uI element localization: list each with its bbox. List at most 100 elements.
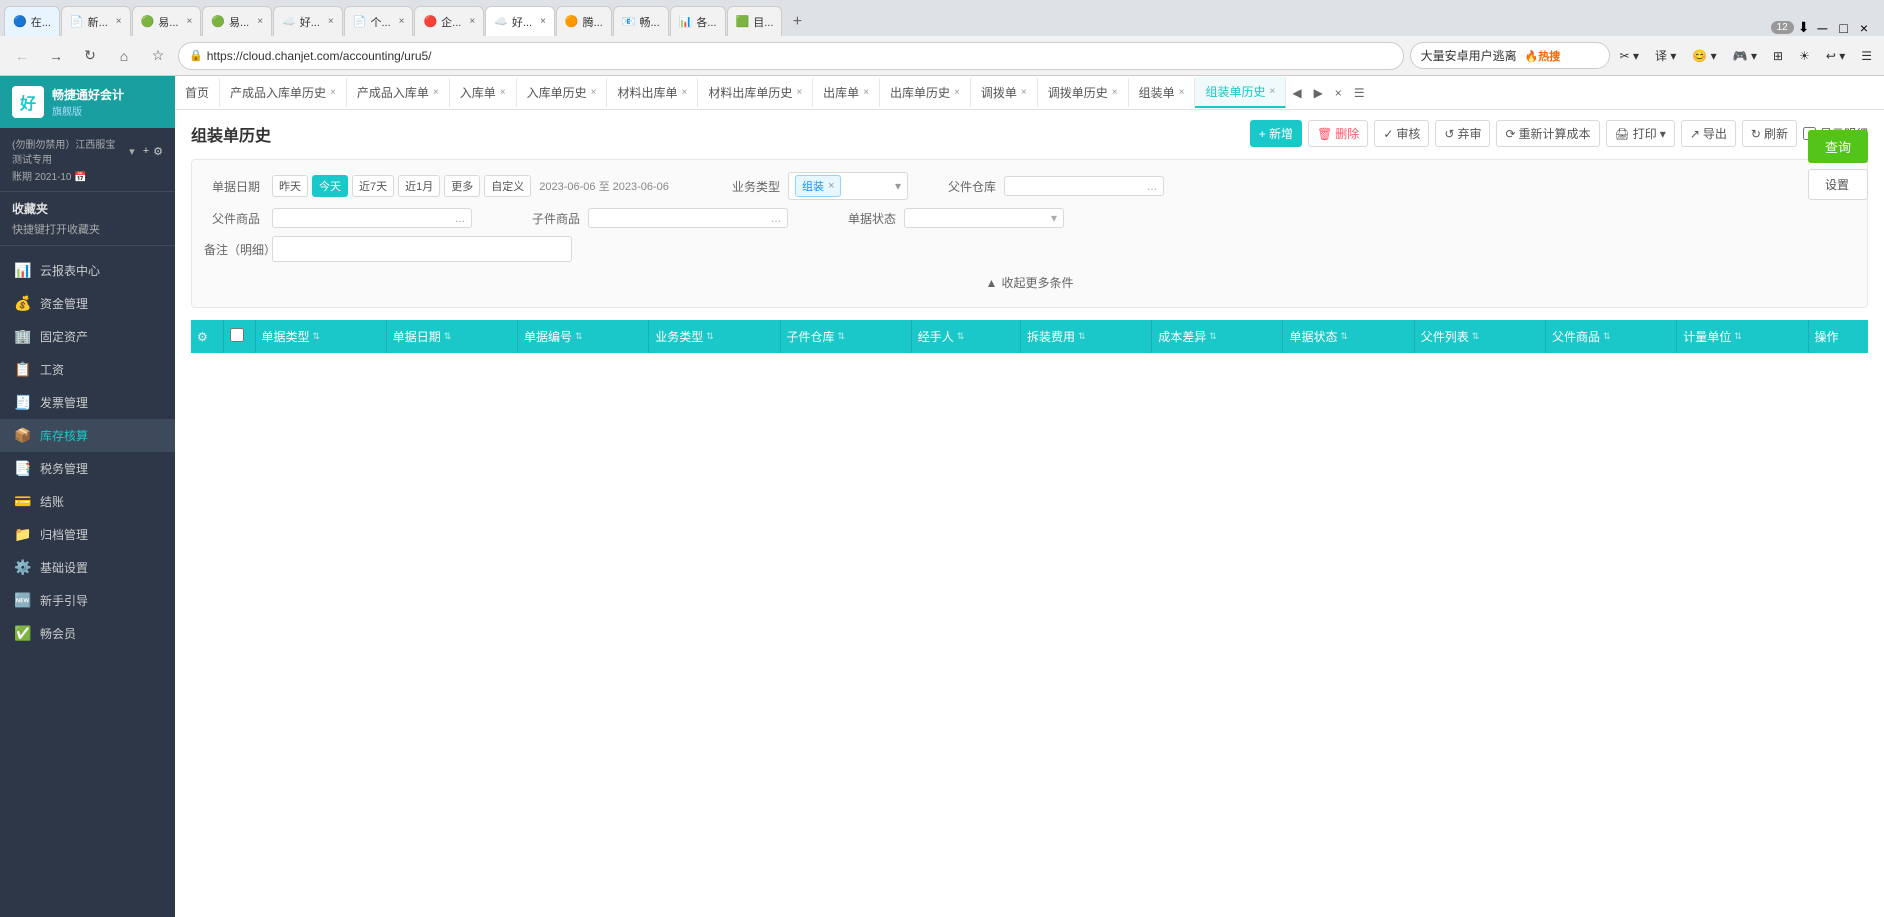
date-btn-7days[interactable]: 近7天 xyxy=(352,175,394,197)
calendar-icon[interactable]: 📅 xyxy=(74,172,86,183)
date-btn-today[interactable]: 今天 xyxy=(312,175,348,197)
tab-scroll-left[interactable]: ◀ xyxy=(1286,80,1307,106)
browser-tab-5[interactable]: ☁️ 好... × xyxy=(273,6,343,36)
page-tab-dial[interactable]: 调拨单 × xyxy=(971,78,1038,107)
recalc-button[interactable]: ⟳ 重新计算成本 xyxy=(1496,120,1599,147)
account-settings-icon[interactable]: ⚙ xyxy=(153,145,163,158)
sidebar-item-inventory[interactable]: 📦 库存核算 xyxy=(0,419,175,452)
sidebar-item-tax[interactable]: 📑 税务管理 xyxy=(0,452,175,485)
page-tab-assemble-hist[interactable]: 组装单历史 × xyxy=(1195,77,1286,108)
sidebar-item-archive[interactable]: 📁 归档管理 xyxy=(0,518,175,551)
page-tab-close-assemble-hist[interactable]: × xyxy=(1269,86,1275,97)
translate-tool[interactable]: 译 ▾ xyxy=(1651,45,1680,66)
parent-goods-dots[interactable]: ... xyxy=(455,211,465,225)
close-button[interactable]: × xyxy=(1856,20,1872,36)
approve-button[interactable]: ✓ 审核 xyxy=(1374,120,1429,147)
th-parent-goods[interactable]: 父件商品 ⇅ xyxy=(1545,320,1676,353)
grid-tool[interactable]: ⊞ xyxy=(1769,47,1787,65)
sidebar-item-asset[interactable]: 🏢 固定资产 xyxy=(0,320,175,353)
page-tab-close-out[interactable]: × xyxy=(863,87,869,98)
browser-tab-10[interactable]: 📧 畅... xyxy=(613,6,669,36)
forward-button[interactable]: → xyxy=(42,42,70,70)
tab-close-all[interactable]: × xyxy=(1329,80,1348,106)
page-tab-prod-in[interactable]: 产成品入库单 × xyxy=(347,78,450,107)
page-tab-in-hist[interactable]: 入库单历史 × xyxy=(517,78,608,107)
url-bar[interactable]: 🔒 https://cloud.chanjet.com/accounting/u… xyxy=(178,42,1404,70)
account-dropdown-icon[interactable]: ▾ xyxy=(129,145,135,158)
new-tab-button[interactable]: + xyxy=(783,8,811,36)
browser-tab-11[interactable]: 📊 各... xyxy=(670,6,726,36)
page-tab-home[interactable]: 首页 xyxy=(175,78,220,107)
page-tab-out-hist[interactable]: 出库单历史 × xyxy=(880,78,971,107)
page-tab-out[interactable]: 出库单 × xyxy=(813,78,880,107)
biz-type-input[interactable]: 组装 × ▾ xyxy=(788,172,908,200)
reload-button[interactable]: ↻ xyxy=(76,42,104,70)
th-bill-date[interactable]: 单据日期 ⇅ xyxy=(386,320,517,353)
tab-close-8[interactable]: × xyxy=(540,16,546,27)
th-handler[interactable]: 经手人 ⇅ xyxy=(911,320,1020,353)
browser-tab-9[interactable]: 🟠 腾... xyxy=(556,6,612,36)
game-tool[interactable]: 🎮 ▾ xyxy=(1729,47,1761,65)
scissors-tool[interactable]: ✂ ▾ xyxy=(1616,47,1643,65)
browser-tab-12[interactable]: 🟩 目... xyxy=(727,6,783,36)
th-bill-type[interactable]: 单据类型 ⇅ xyxy=(255,320,386,353)
th-bill-status[interactable]: 单据状态 ⇅ xyxy=(1283,320,1414,353)
page-tab-close-in-hist[interactable]: × xyxy=(591,87,597,98)
favorites-shortcut[interactable]: 快捷键打开收藏夹 xyxy=(12,221,163,237)
th-parent-list[interactable]: 父件列表 ⇅ xyxy=(1414,320,1545,353)
setting-filter-button[interactable]: 设置 xyxy=(1808,169,1868,200)
print-button[interactable]: 🖨 打印 ▾ xyxy=(1606,120,1675,147)
page-tab-close-prod-in[interactable]: × xyxy=(433,87,439,98)
parent-warehouse-input[interactable]: ... xyxy=(1004,176,1164,196)
browser-tab-2[interactable]: 📄 新... × xyxy=(61,6,131,36)
select-all-checkbox[interactable] xyxy=(230,328,244,342)
browser-tab-8[interactable]: ☁️ 好... × xyxy=(485,6,555,36)
parent-warehouse-dots[interactable]: ... xyxy=(1147,179,1157,193)
browser-tab-7[interactable]: 🔴 企... × xyxy=(414,6,484,36)
minimize-button[interactable]: ─ xyxy=(1813,20,1831,36)
page-tab-close-mat-out[interactable]: × xyxy=(681,87,687,98)
page-tab-close-in[interactable]: × xyxy=(500,87,506,98)
child-goods-input[interactable]: ... xyxy=(588,208,788,228)
emoji-tool[interactable]: 😊 ▾ xyxy=(1688,47,1720,65)
status-input[interactable]: ▾ xyxy=(904,208,1064,228)
undo-tool[interactable]: ↩ ▾ xyxy=(1822,47,1849,65)
tab-close-4[interactable]: × xyxy=(257,16,263,27)
biz-type-tag-close[interactable]: × xyxy=(828,180,834,192)
child-goods-dots[interactable]: ... xyxy=(771,211,781,225)
maximize-button[interactable]: □ xyxy=(1835,20,1851,36)
tab-close-7[interactable]: × xyxy=(469,16,475,27)
page-tab-mat-out[interactable]: 材料出库单 × xyxy=(607,78,698,107)
collapse-bar[interactable]: ▲ 收起更多条件 xyxy=(204,270,1855,295)
th-biz-type[interactable]: 业务类型 ⇅ xyxy=(649,320,780,353)
page-tab-dial-hist[interactable]: 调拨单历史 × xyxy=(1038,78,1129,107)
tab-close-6[interactable]: × xyxy=(399,16,405,27)
sidebar-item-salary[interactable]: 📋 工资 xyxy=(0,353,175,386)
sidebar-item-guide[interactable]: 🆕 新手引导 xyxy=(0,584,175,617)
th-cost-diff[interactable]: 成本差异 ⇅ xyxy=(1152,320,1283,353)
delete-button[interactable]: 🗑 删除 xyxy=(1308,120,1368,147)
date-btn-1month[interactable]: 近1月 xyxy=(398,175,440,197)
browser-tab-3[interactable]: 🟢 易... × xyxy=(132,6,202,36)
back-button[interactable]: ← xyxy=(8,42,36,70)
biz-type-dropdown-icon[interactable]: ▾ xyxy=(895,179,901,193)
home-button[interactable]: ⌂ xyxy=(110,42,138,70)
bookmark-button[interactable]: ☆ xyxy=(144,42,172,70)
tab-close-3[interactable]: × xyxy=(186,16,192,27)
th-child-warehouse[interactable]: 子件仓库 ⇅ xyxy=(780,320,911,353)
remarks-input[interactable] xyxy=(272,236,572,262)
page-tab-close-dial[interactable]: × xyxy=(1021,87,1027,98)
parent-goods-input[interactable]: ... xyxy=(272,208,472,228)
browser-tab-6[interactable]: 📄 个... × xyxy=(344,6,414,36)
date-btn-custom[interactable]: 自定义 xyxy=(484,175,531,197)
print-dropdown-icon[interactable]: ▾ xyxy=(1660,127,1666,141)
th-unit[interactable]: 计量单位 ⇅ xyxy=(1677,320,1808,353)
page-tab-in[interactable]: 入库单 × xyxy=(450,78,517,107)
query-button[interactable]: 查询 xyxy=(1808,130,1868,163)
page-tab-close-out-hist[interactable]: × xyxy=(954,87,960,98)
tab-close-2[interactable]: × xyxy=(116,16,122,27)
browser-tab-1[interactable]: 🔵 在... xyxy=(4,6,60,36)
status-dropdown-icon[interactable]: ▾ xyxy=(1051,211,1057,225)
page-tab-close-dial-hist[interactable]: × xyxy=(1112,87,1118,98)
sidebar-item-invoice[interactable]: 🧾 发票管理 xyxy=(0,386,175,419)
